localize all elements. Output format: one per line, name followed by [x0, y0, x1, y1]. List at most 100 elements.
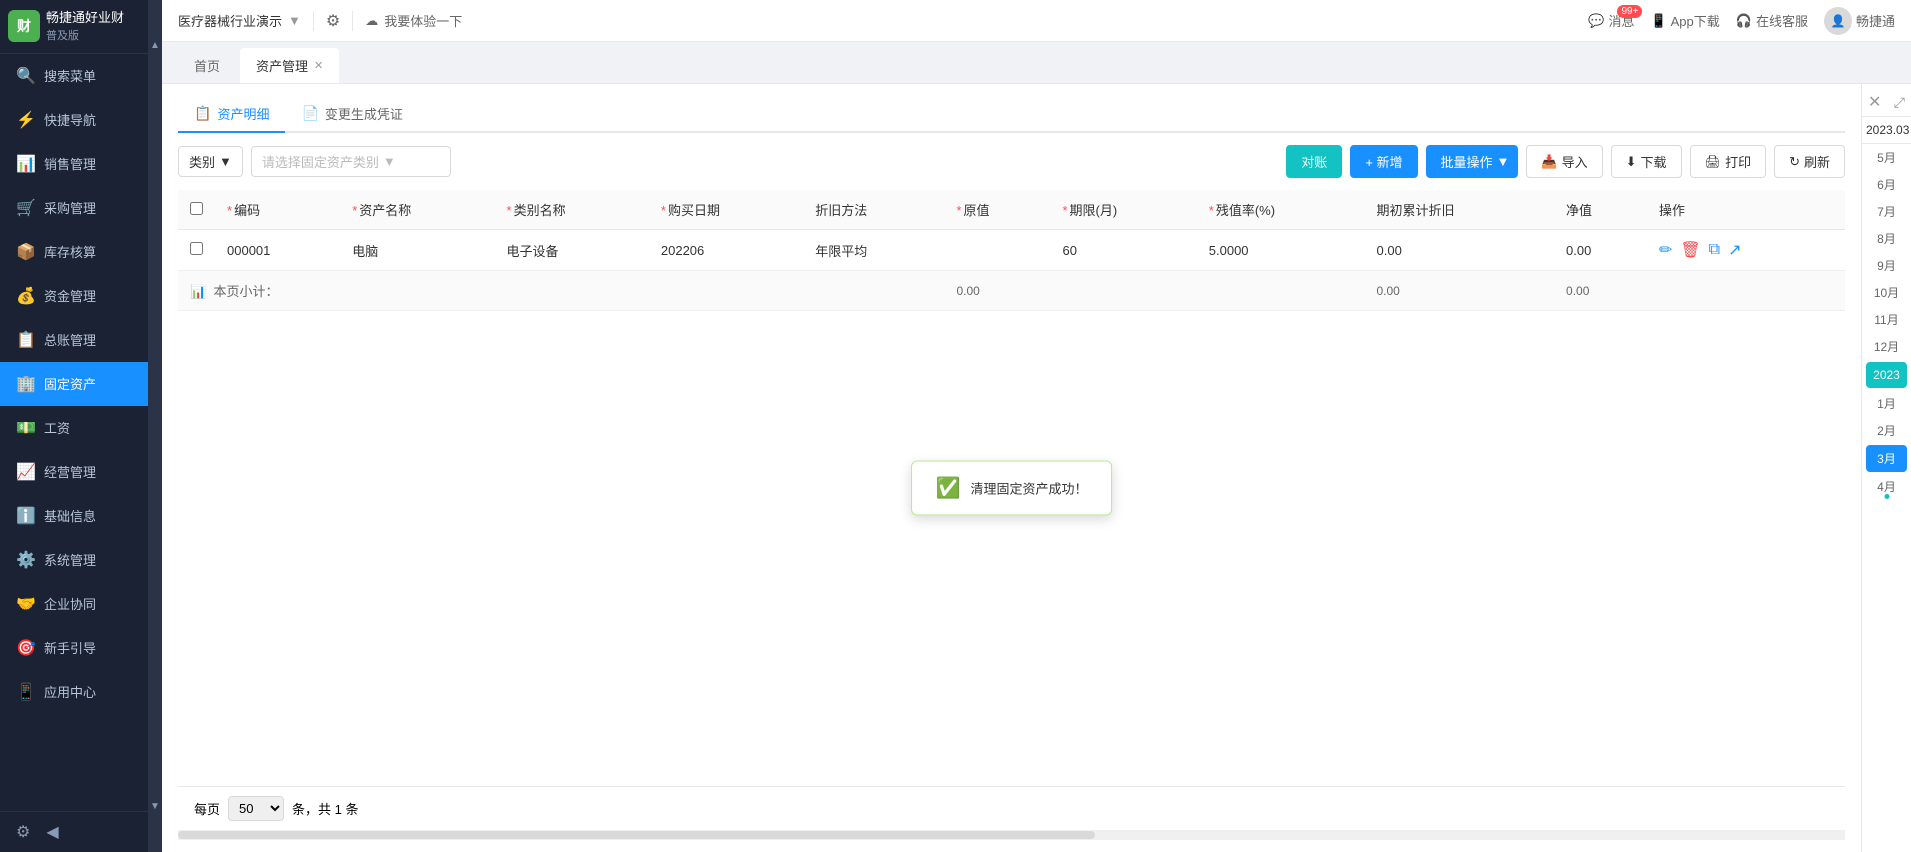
- online-service-btn[interactable]: 🎧 在线客服: [1736, 11, 1808, 30]
- batch-label: 批量操作: [1441, 152, 1493, 171]
- right-panel-close-icon[interactable]: ✕: [1868, 92, 1881, 112]
- sidebar-item-system[interactable]: ⚙️ 系统管理: [0, 538, 148, 582]
- row-checkbox[interactable]: [190, 242, 203, 255]
- new-button[interactable]: + 新增: [1350, 145, 1417, 178]
- sidebar-item-ledger[interactable]: 📋 总账管理: [0, 318, 148, 362]
- sidebar-item-inventory[interactable]: 📦 库存核算: [0, 230, 148, 274]
- tabs-bar: 首页 资产管理 ✕: [162, 42, 1911, 84]
- month-10[interactable]: 10月: [1862, 279, 1911, 306]
- tab-close-icon[interactable]: ✕: [314, 59, 323, 72]
- sidebar-item-label: 基础信息: [44, 506, 96, 525]
- sidebar-item-app-center[interactable]: 📱 应用中心: [0, 670, 148, 714]
- month-9[interactable]: 9月: [1862, 252, 1911, 279]
- scroll-down-arrow[interactable]: ▼: [150, 801, 160, 812]
- message-icon: 💬: [1588, 13, 1604, 29]
- right-panel: ✕ ⤢ 2023.03 5月 6月 7月 8月 9月 10月 11月 12月 2…: [1861, 84, 1911, 852]
- col-purchase-date: *购买日期: [649, 190, 803, 230]
- category-placeholder: 请选择固定资产类别: [262, 152, 379, 171]
- scrollbar-thumb: [178, 831, 1095, 839]
- month-3-current[interactable]: 3月: [1866, 445, 1907, 472]
- row-residual-rate: 5.0000: [1197, 230, 1365, 271]
- experience-btn[interactable]: ☁ 我要体验一下: [365, 11, 462, 30]
- month-1[interactable]: 1月: [1862, 390, 1911, 417]
- sidebar-item-finance[interactable]: 💰 资金管理: [0, 274, 148, 318]
- row-net-value: 0.00: [1554, 230, 1647, 271]
- batch-button[interactable]: 批量操作 ▼: [1426, 145, 1519, 178]
- asset-mgmt-label: 资产管理: [256, 56, 308, 75]
- right-panel-expand-icon[interactable]: ⤢: [1894, 94, 1905, 111]
- row-initial-accumulated: 0.00: [1365, 230, 1555, 271]
- sidebar-item-purchase[interactable]: 🛒 采购管理: [0, 186, 148, 230]
- delete-icon[interactable]: 🗑: [1680, 240, 1700, 260]
- refresh-icon: ↻: [1789, 154, 1800, 170]
- reconcile-button[interactable]: 对账: [1286, 145, 1342, 178]
- edit-icon[interactable]: ✏: [1659, 240, 1672, 260]
- sidebar-scrollbar[interactable]: ▲ ▼: [148, 0, 162, 852]
- sidebar-item-label: 快捷导航: [44, 110, 96, 129]
- month-8[interactable]: 8月: [1862, 225, 1911, 252]
- sidebar-item-payroll[interactable]: 💵 工资: [0, 406, 148, 450]
- sidebar-item-operations[interactable]: 📈 经营管理: [0, 450, 148, 494]
- col-operation: 操作: [1647, 190, 1845, 230]
- print-button[interactable]: 🖨 打印: [1690, 145, 1767, 178]
- app-download-label: App下载: [1671, 11, 1720, 30]
- sidebar-item-sales[interactable]: 📊 销售管理: [0, 142, 148, 186]
- sidebar-item-label: 资金管理: [44, 286, 96, 305]
- per-page-select[interactable]: 50 20 100: [228, 796, 284, 821]
- export-button[interactable]: 📥 导入: [1526, 145, 1602, 178]
- collapse-icon[interactable]: ◀: [46, 822, 58, 842]
- row-code: 000001: [215, 230, 340, 271]
- sidebar-item-quick-nav[interactable]: ⚡ 快捷导航: [0, 98, 148, 142]
- action-icons: ✏ 🗑 ⧉ ↗: [1659, 240, 1833, 260]
- avatar: 👤: [1824, 7, 1852, 35]
- settings-icon[interactable]: ⚙: [16, 822, 30, 842]
- sidebar-item-enterprise[interactable]: 🤝 企业协同: [0, 582, 148, 626]
- row-checkbox-cell: [178, 230, 215, 271]
- topbar-divider: [313, 11, 314, 31]
- sidebar-item-basic-info[interactable]: ℹ️ 基础信息: [0, 494, 148, 538]
- tab-asset-mgmt[interactable]: 资产管理 ✕: [240, 48, 339, 83]
- message-badge: 99+: [1617, 5, 1642, 18]
- sub-tab-asset-detail[interactable]: 📋 资产明细: [178, 96, 285, 133]
- table-wrap: *编码 *资产名称 *类别名称 *购买日期 折旧方法 *原值 *期限(月) *残…: [178, 190, 1845, 786]
- month-12[interactable]: 12月: [1862, 333, 1911, 360]
- month-6[interactable]: 6月: [1862, 171, 1911, 198]
- change-voucher-icon: 📄: [301, 105, 318, 122]
- service-icon: 🎧: [1736, 13, 1752, 29]
- batch-arrow-icon: ▼: [1497, 154, 1510, 169]
- month-11[interactable]: 11月: [1862, 306, 1911, 333]
- subtotal-label: 本页小计：: [214, 284, 279, 299]
- sidebar-item-guide[interactable]: 🎯 新手引导: [0, 626, 148, 670]
- company-selector[interactable]: 医疗器械行业演示 ▼: [178, 11, 301, 30]
- system-icon: ⚙️: [16, 550, 36, 570]
- copy-icon[interactable]: ⧉: [1709, 241, 1720, 259]
- month-5[interactable]: 5月: [1862, 144, 1911, 171]
- sub-tab-change-voucher[interactable]: 📄 变更生成凭证: [285, 96, 418, 133]
- more-icon[interactable]: ↗: [1728, 240, 1741, 260]
- messages-btn[interactable]: 💬 消息 99+: [1588, 11, 1634, 30]
- settings-gear-icon[interactable]: ⚙: [326, 11, 340, 31]
- ledger-icon: 📋: [16, 330, 36, 350]
- tab-home[interactable]: 首页: [178, 48, 236, 83]
- scroll-up-arrow[interactable]: ▲: [150, 40, 160, 51]
- sidebar-item-search[interactable]: 🔍 搜索菜单: [0, 54, 148, 98]
- month-2[interactable]: 2月: [1862, 417, 1911, 444]
- sidebar-item-label: 经营管理: [44, 462, 96, 481]
- download-button[interactable]: ⬇ 下载: [1611, 145, 1682, 178]
- select-all-checkbox[interactable]: [190, 202, 203, 215]
- horizontal-scrollbar[interactable]: [178, 830, 1845, 840]
- category-filter[interactable]: 类别 ▼: [178, 146, 243, 177]
- app-download-btn[interactable]: 📱 App下载: [1650, 11, 1719, 30]
- refresh-button[interactable]: ↻ 刷新: [1774, 145, 1845, 178]
- sidebar-item-label: 销售管理: [44, 154, 96, 173]
- sidebar-item-fixed-assets[interactable]: 🏢 固定资产: [0, 362, 148, 406]
- user-menu[interactable]: 👤 畅捷通: [1824, 7, 1895, 35]
- new-label: + 新增: [1365, 152, 1402, 171]
- month-4[interactable]: 4月: [1862, 473, 1911, 500]
- experience-icon: ☁: [365, 13, 378, 29]
- category-input[interactable]: 请选择固定资产类别 ▼: [251, 146, 451, 177]
- table-header-row: *编码 *资产名称 *类别名称 *购买日期 折旧方法 *原值 *期限(月) *残…: [178, 190, 1845, 230]
- col-original-value: *原值: [944, 190, 1050, 230]
- year-2023-label: 2023: [1866, 362, 1907, 388]
- month-7[interactable]: 7月: [1862, 198, 1911, 225]
